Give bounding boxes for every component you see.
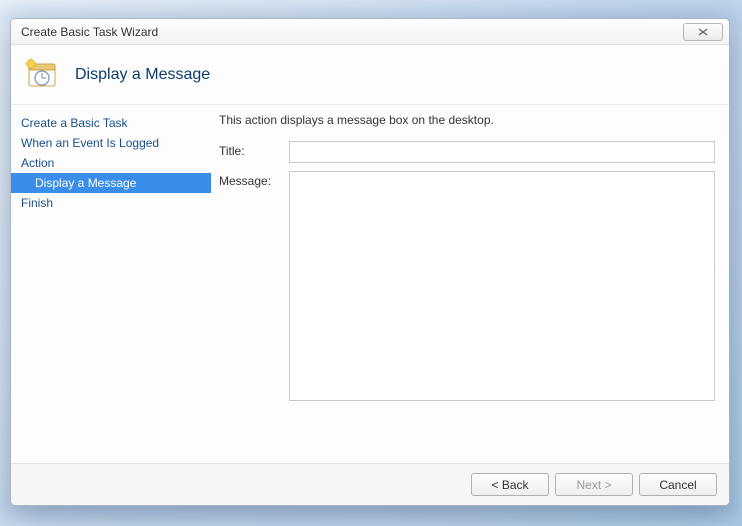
- close-icon: [698, 25, 708, 39]
- page-title: Display a Message: [75, 66, 210, 84]
- wizard-step-0[interactable]: Create a Basic Task: [11, 113, 211, 133]
- title-row: Title:: [219, 141, 715, 163]
- close-button[interactable]: [683, 23, 723, 41]
- wizard-step-4[interactable]: Finish: [11, 193, 211, 213]
- wizard-dialog: Create Basic Task Wizard Display a Messa…: [10, 18, 730, 506]
- wizard-icon: [25, 58, 59, 92]
- message-row: Message:: [219, 171, 715, 401]
- message-label: Message:: [219, 171, 289, 188]
- window-title: Create Basic Task Wizard: [21, 25, 158, 39]
- wizard-step-label: Display a Message: [35, 176, 136, 190]
- wizard-step-label: Create a Basic Task: [21, 116, 128, 130]
- next-button[interactable]: Next >: [555, 473, 633, 496]
- wizard-step-3[interactable]: Display a Message: [11, 173, 211, 193]
- button-row: < Back Next > Cancel: [11, 463, 729, 505]
- wizard-step-2[interactable]: Action: [11, 153, 211, 173]
- message-textarea[interactable]: [289, 171, 715, 401]
- back-button[interactable]: < Back: [471, 473, 549, 496]
- title-label: Title:: [219, 141, 289, 158]
- wizard-step-label: Action: [21, 156, 54, 170]
- cancel-button[interactable]: Cancel: [639, 473, 717, 496]
- titlebar: Create Basic Task Wizard: [11, 19, 729, 45]
- action-description: This action displays a message box on th…: [219, 113, 715, 127]
- header-panel: Display a Message: [11, 45, 729, 105]
- title-input[interactable]: [289, 141, 715, 163]
- wizard-step-label: When an Event Is Logged: [21, 136, 159, 150]
- wizard-steps-sidebar: Create a Basic Task When an Event Is Logg…: [11, 105, 211, 463]
- dialog-body: Create a Basic Task When an Event Is Logg…: [11, 105, 729, 463]
- wizard-step-label: Finish: [21, 196, 53, 210]
- content-panel: This action displays a message box on th…: [211, 105, 729, 463]
- wizard-step-1[interactable]: When an Event Is Logged: [11, 133, 211, 153]
